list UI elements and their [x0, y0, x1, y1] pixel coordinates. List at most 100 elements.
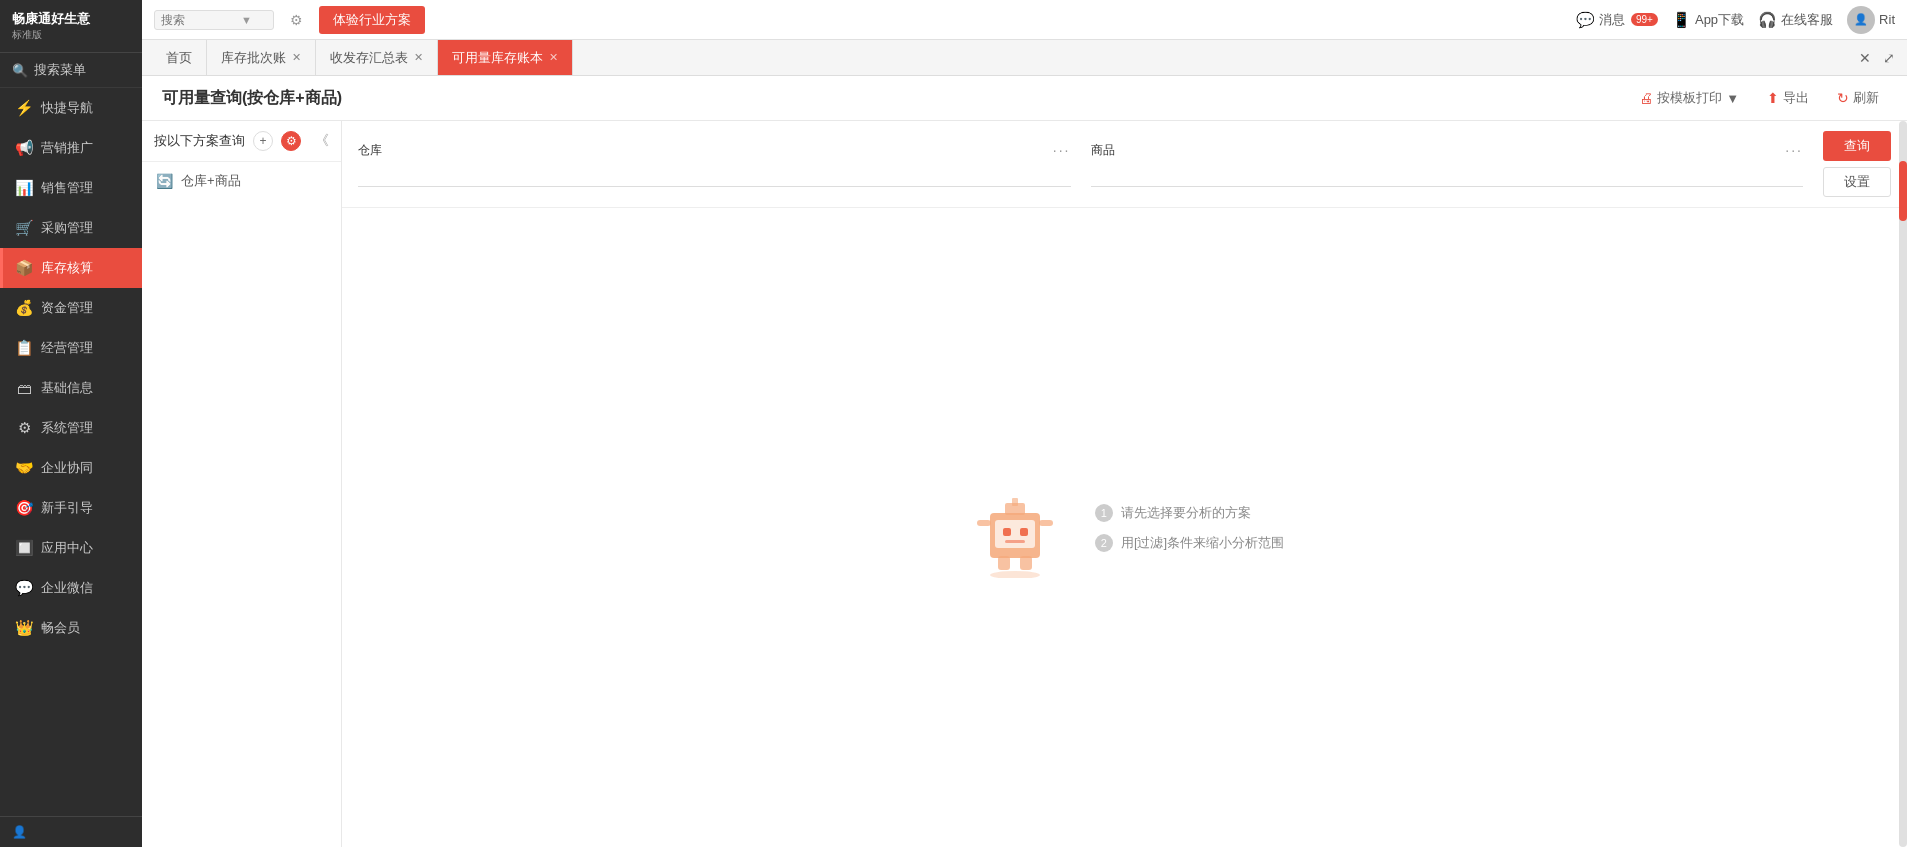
tab-inventory-summary-close[interactable]: ✕: [414, 51, 423, 64]
refresh-icon: ↻: [1837, 90, 1849, 106]
basic-info-icon: 🗃: [15, 380, 33, 397]
sidebar-item-basic-info[interactable]: 🗃 基础信息: [0, 368, 142, 408]
export-button[interactable]: ⬆ 导出: [1759, 86, 1817, 110]
quick-nav-label: 快捷导航: [41, 99, 93, 117]
svg-rect-6: [1012, 498, 1018, 506]
tab-available-stock-label: 可用量库存账本: [452, 49, 543, 67]
empty-tip-1: 1请先选择要分析的方案: [1095, 504, 1284, 522]
trial-button[interactable]: 体验行业方案: [319, 6, 425, 34]
warehouse-field-group: 仓库 ···: [358, 142, 1071, 187]
sidebar-item-operations[interactable]: 📋经营管理: [0, 328, 142, 368]
user-profile[interactable]: 👤 Rit: [1847, 6, 1895, 34]
sidebar-item-wechat[interactable]: 💬 企业微信: [0, 568, 142, 608]
sidebar-item-inventory[interactable]: 📦 库存核算: [0, 248, 142, 288]
tab-batch-account[interactable]: 库存批次账 ✕: [207, 40, 316, 75]
settings-icon[interactable]: ⚙: [284, 10, 309, 30]
sidebar-item-enterprise[interactable]: 🤝 企业协同: [0, 448, 142, 488]
refresh-button[interactable]: ↻ 刷新: [1829, 86, 1887, 110]
filter-settings-icon: ⚙: [286, 134, 297, 148]
sidebar-item-new-guide[interactable]: 🎯 新手引导: [0, 488, 142, 528]
message-button[interactable]: 💬 消息 99+: [1576, 11, 1658, 29]
content-area: 按以下方案查询 + ⚙ 《 🔄 仓库+商品: [142, 121, 1907, 847]
warehouse-more-button[interactable]: ···: [1053, 142, 1071, 158]
search-input-group[interactable]: ▼: [154, 10, 274, 30]
search-input[interactable]: [161, 13, 241, 27]
message-label: 消息: [1599, 11, 1625, 29]
settings-button[interactable]: 设置: [1823, 167, 1891, 197]
marketing-label: 营销推广: [41, 139, 93, 157]
svg-rect-4: [1005, 540, 1025, 543]
wechat-label: 企业微信: [41, 579, 93, 597]
filter-add-button[interactable]: +: [253, 131, 273, 151]
enterprise-icon: 🤝: [15, 459, 33, 477]
online-service-button[interactable]: 🎧 在线客服: [1758, 11, 1833, 29]
sidebar-item-member[interactable]: 👑畅会员: [0, 608, 142, 648]
app-title: 畅康通好生意: [12, 10, 90, 28]
new-guide-label: 新手引导: [41, 499, 93, 517]
sidebar-item-system[interactable]: ⚙系统管理: [0, 408, 142, 448]
inventory-icon: 📦: [15, 259, 33, 277]
product-input[interactable]: [1091, 163, 1804, 187]
basic-info-label: 基础信息: [41, 379, 93, 397]
close-window-button[interactable]: ✕: [1857, 50, 1873, 66]
filter-scheme-item[interactable]: 🔄 仓库+商品: [142, 162, 341, 200]
svg-rect-2: [1003, 528, 1011, 536]
svg-rect-9: [998, 556, 1010, 570]
query-button[interactable]: 查询: [1823, 131, 1891, 161]
tab-available-stock-close[interactable]: ✕: [549, 51, 558, 64]
print-icon: 🖨: [1639, 90, 1653, 106]
system-icon: ⚙: [15, 419, 33, 437]
tabbar: 首页 库存批次账 ✕ 收发存汇总表 ✕ 可用量库存账本 ✕ ✕ ⤢: [142, 40, 1907, 76]
sidebar-item-quick-nav[interactable]: ⚡ 快捷导航: [0, 88, 142, 128]
quick-nav-icon: ⚡: [15, 99, 33, 117]
operations-label: 经营管理: [41, 339, 93, 357]
tab-home[interactable]: 首页: [152, 40, 207, 75]
sidebar-item-finance[interactable]: 💰资金管理: [0, 288, 142, 328]
tab-inventory-summary-label: 收发存汇总表: [330, 49, 408, 67]
query-section: 仓库 ··· 商品 ··· 查询 设置: [342, 121, 1907, 847]
filter-collapse-button[interactable]: 《: [315, 132, 329, 150]
search-chevron-icon[interactable]: ▼: [241, 14, 252, 26]
finance-label: 资金管理: [41, 299, 93, 317]
enterprise-label: 企业协同: [41, 459, 93, 477]
empty-tip-2: 2用[过滤]条件来缩小分析范围: [1095, 534, 1284, 552]
new-guide-icon: 🎯: [15, 499, 33, 517]
product-more-button[interactable]: ···: [1785, 142, 1803, 158]
page-header: 可用量查询(按仓库+商品) 🖨 按模板打印 ▼ ⬆ 导出 ↻ 刷新: [142, 76, 1907, 121]
service-icon: 🎧: [1758, 11, 1777, 29]
tab-available-stock[interactable]: 可用量库存账本 ✕: [438, 40, 573, 75]
sidebar-item-sales[interactable]: 📊销售管理: [0, 168, 142, 208]
tip-num-1: 1: [1095, 504, 1113, 522]
app-center-label: 应用中心: [41, 539, 93, 557]
sales-label: 销售管理: [41, 179, 93, 197]
warehouse-input[interactable]: [358, 163, 1071, 187]
sidebar: 畅康通好生意 标准版 🔍 搜索菜单 ⚡快捷导航📢营销推广📊销售管理🛒采购管理📦库…: [0, 0, 142, 847]
print-button[interactable]: 🖨 按模板打印 ▼: [1631, 86, 1747, 110]
svg-rect-3: [1020, 528, 1028, 536]
query-action-col: 查询 设置: [1823, 131, 1891, 197]
svg-point-11: [990, 571, 1040, 578]
inventory-label: 库存核算: [41, 259, 93, 277]
sidebar-item-app-center[interactable]: 🔲应用中心: [0, 528, 142, 568]
filter-settings-button[interactable]: ⚙: [281, 131, 301, 151]
purchase-label: 采购管理: [41, 219, 93, 237]
right-scrollbar[interactable]: [1899, 121, 1907, 847]
sidebar-item-purchase[interactable]: 🛒采购管理: [0, 208, 142, 248]
member-label: 畅会员: [41, 619, 80, 637]
app-download-button[interactable]: 📱 App下载: [1672, 11, 1744, 29]
export-icon: ⬆: [1767, 90, 1779, 106]
sidebar-item-marketing[interactable]: 📢营销推广: [0, 128, 142, 168]
topbar-actions: 💬 消息 99+ 📱 App下载 🎧 在线客服 👤 Rit: [1576, 6, 1895, 34]
filter-panel: 按以下方案查询 + ⚙ 《 🔄 仓库+商品: [142, 121, 342, 847]
empty-state: 1请先选择要分析的方案 2用[过滤]条件来缩小分析范围: [342, 208, 1907, 847]
maximize-window-button[interactable]: ⤢: [1881, 50, 1897, 66]
wechat-icon: 💬: [15, 579, 33, 597]
app-download-icon: 📱: [1672, 11, 1691, 29]
tab-inventory-summary[interactable]: 收发存汇总表 ✕: [316, 40, 438, 75]
sidebar-search[interactable]: 🔍 搜索菜单: [0, 53, 142, 88]
filter-header-label: 按以下方案查询: [154, 132, 245, 150]
product-label: 商品 ···: [1091, 142, 1804, 159]
message-badge: 99+: [1631, 13, 1658, 26]
print-dropdown-icon[interactable]: ▼: [1726, 91, 1739, 106]
tab-batch-account-close[interactable]: ✕: [292, 51, 301, 64]
